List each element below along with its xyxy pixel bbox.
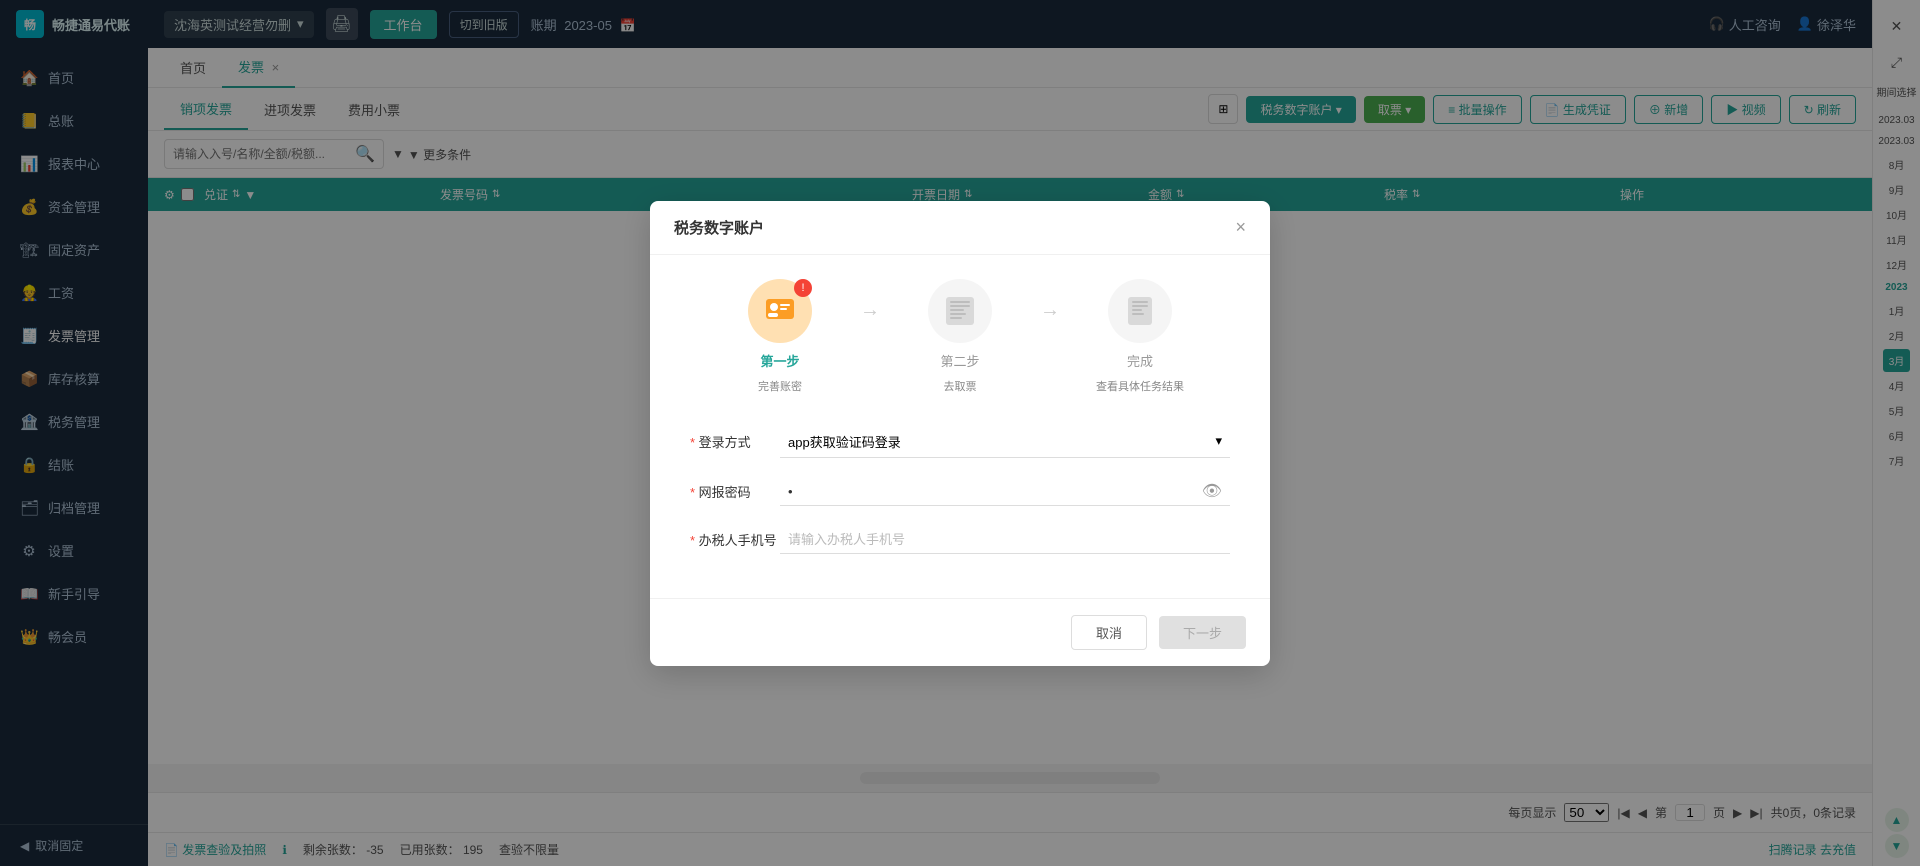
modal-close-button[interactable]: × <box>1235 217 1246 238</box>
step-1-icon-wrap: ! <box>748 279 812 343</box>
phone-input[interactable] <box>780 526 1230 554</box>
password-field-wrap: 👁 <box>780 478 1230 506</box>
step-3-label: 完成 <box>1127 351 1153 370</box>
login-method-value: app获取验证码登录 <box>788 432 901 451</box>
step-3-icon <box>1122 293 1158 329</box>
password-input[interactable] <box>780 478 1202 505</box>
step-2-desc: 去取票 <box>944 378 977 394</box>
form-login-method: 登录方式 app获取验证码登录 ▾ <box>690 426 1230 458</box>
arrow-2: → <box>1040 299 1060 322</box>
login-method-select[interactable]: app获取验证码登录 ▾ <box>780 426 1230 458</box>
phone-label: 办税人手机号 <box>690 530 780 549</box>
step-2-label: 第二步 <box>940 351 979 370</box>
step-1-badge: ! <box>794 279 812 297</box>
chevron-down-icon: ▾ <box>1215 433 1222 449</box>
steps-indicator: ! 第一步 完善账密 → <box>690 279 1230 394</box>
modal-body: ! 第一步 完善账密 → <box>650 255 1270 598</box>
modal-overlay[interactable]: 税务数字账户 × ! <box>0 0 1920 866</box>
password-label: 网报密码 <box>690 482 780 501</box>
step-2-icon <box>942 293 978 329</box>
form-phone: 办税人手机号 <box>690 526 1230 554</box>
step-3-desc: 查看具体任务结果 <box>1096 378 1184 394</box>
modal-tax-digital: 税务数字账户 × ! <box>650 201 1270 666</box>
step-1-icon <box>762 293 798 329</box>
eye-icon[interactable]: 👁 <box>1202 481 1230 501</box>
step-3: 完成 查看具体任务结果 <box>1060 279 1220 394</box>
step-2-icon-wrap <box>928 279 992 343</box>
form-password: 网报密码 👁 <box>690 478 1230 506</box>
login-method-label: 登录方式 <box>690 432 780 451</box>
modal-footer: 取消 下一步 <box>650 598 1270 666</box>
modal-header: 税务数字账户 × <box>650 201 1270 255</box>
cancel-button[interactable]: 取消 <box>1071 615 1147 650</box>
next-button[interactable]: 下一步 <box>1159 616 1246 649</box>
step-2: 第二步 去取票 <box>880 279 1040 394</box>
step-1-desc: 完善账密 <box>758 378 802 394</box>
step-3-icon-wrap <box>1108 279 1172 343</box>
step-1-label: 第一步 <box>760 351 799 370</box>
step-1: ! 第一步 完善账密 <box>700 279 860 394</box>
arrow-1: → <box>860 299 880 322</box>
modal-title: 税务数字账户 <box>674 217 764 238</box>
